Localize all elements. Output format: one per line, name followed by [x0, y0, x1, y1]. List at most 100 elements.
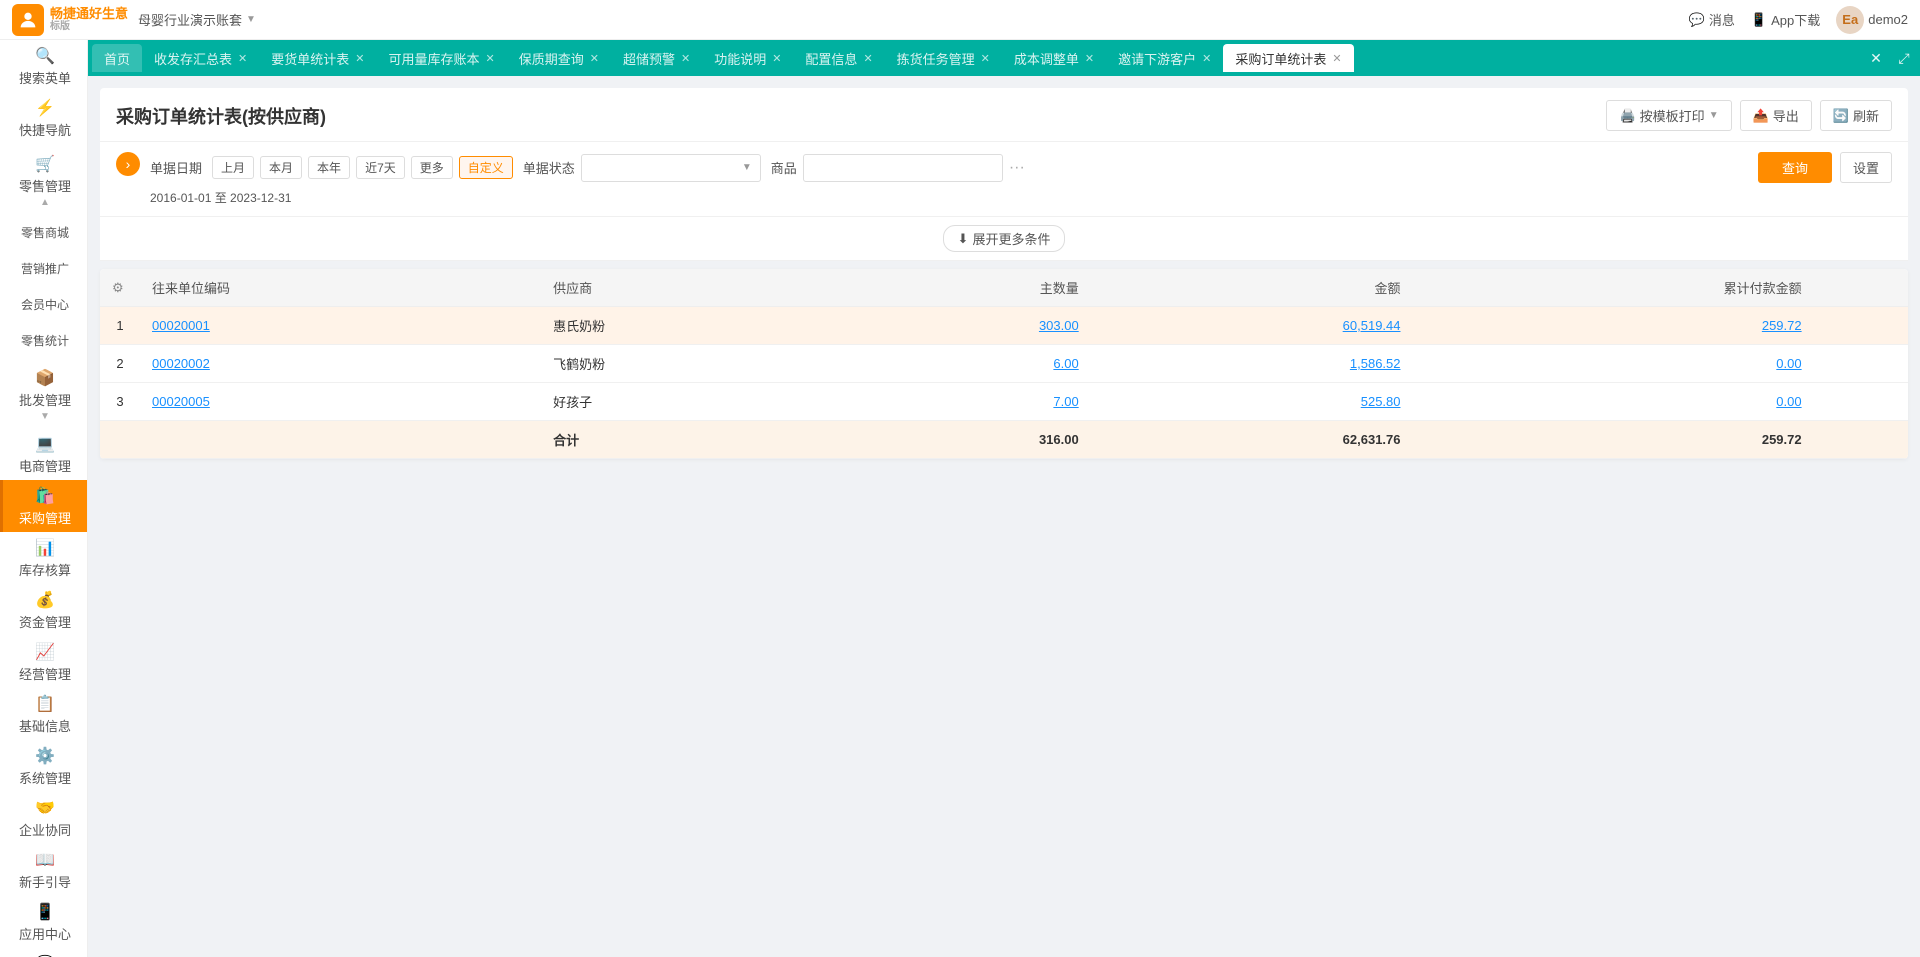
row-code-1: 00020001: [140, 307, 541, 345]
footer-empty: [100, 421, 541, 459]
tab-close-purchase-single-stats[interactable]: ✕: [355, 52, 364, 65]
tab-function-desc[interactable]: 功能说明 ✕: [702, 44, 793, 72]
expand-more-btn[interactable]: ⬇ 展开更多条件: [943, 225, 1066, 252]
table-footer: 合计 316.00 62,631.76 259.72: [100, 421, 1908, 459]
data-table: ⚙ 往来单位编码 供应商 主数量 金额 累计付款金额 1: [100, 269, 1908, 459]
tab-expiry-query[interactable]: 保质期查询 ✕: [507, 44, 611, 72]
workspace-selector[interactable]: 母婴行业演示账套 ▼: [138, 10, 256, 29]
tab-close-all-btn[interactable]: ✕: [1864, 46, 1888, 70]
sidebar-item-quick-nav[interactable]: ⚡ 快捷导航: [0, 92, 87, 144]
sidebar-item-wechat[interactable]: 💬 企业微信: [0, 948, 87, 957]
search-icon: 🔍: [35, 46, 55, 66]
sidebar-item-basic[interactable]: 📋 基础信息: [0, 688, 87, 740]
tab-purchase-single-stats[interactable]: 要货单统计表 ✕: [259, 44, 376, 72]
sidebar-item-wholesale[interactable]: 📦 批发管理 ▼: [0, 358, 87, 428]
filter-row1: 单据日期 上月 本月 本年 近7天 更多 自定义 单据状态: [150, 152, 1892, 183]
tab-close-receive-summary[interactable]: ✕: [238, 52, 247, 65]
date-btn-this-year[interactable]: 本年: [308, 156, 350, 179]
tab-config-info[interactable]: 配置信息 ✕: [793, 44, 884, 72]
col-paid: 累计付款金额: [1413, 269, 1814, 307]
row-amount-3: 525.80: [1091, 383, 1413, 421]
sidebar-item-operation[interactable]: 📈 经营管理: [0, 636, 87, 688]
sidebar-item-finance[interactable]: 💰 资金管理: [0, 584, 87, 636]
top-bar: 畅捷通好生意 标版 母婴行业演示账套 ▼ 💬 消息 📱 App下载 Ea dem…: [0, 0, 1920, 40]
tab-close-invite-downstream[interactable]: ✕: [1202, 52, 1211, 65]
date-range-text: 2016-01-01 至 2023-12-31: [150, 189, 291, 206]
sidebar-item-retail-mall[interactable]: 零售商城: [0, 214, 87, 250]
tab-close-purchase-order-stats[interactable]: ✕: [1332, 52, 1341, 65]
app-download-action[interactable]: 📱 App下载: [1751, 10, 1820, 29]
tab-overstock-warning[interactable]: 超储预警 ✕: [611, 44, 702, 72]
column-settings-icon[interactable]: ⚙: [112, 280, 124, 295]
tab-close-config-info[interactable]: ✕: [863, 52, 872, 65]
goods-input[interactable]: [803, 154, 1003, 182]
tab-close-expiry-query[interactable]: ✕: [590, 52, 599, 65]
row-extra-1: [1814, 307, 1908, 345]
retail-arrow-icon: ▲: [40, 197, 50, 208]
tab-close-cost-adjust[interactable]: ✕: [1085, 52, 1094, 65]
date-btn-7days[interactable]: 近7天: [356, 156, 405, 179]
footer-extra: [1814, 421, 1908, 459]
row-amount-2: 1,586.52: [1091, 345, 1413, 383]
query-btn[interactable]: 查询: [1758, 152, 1832, 183]
sidebar-item-marketing[interactable]: 营销推广: [0, 250, 87, 286]
tab-home[interactable]: 首页: [92, 44, 142, 72]
tab-close-function-desc[interactable]: ✕: [772, 52, 781, 65]
tab-available-inventory[interactable]: 可用量库存账本 ✕: [376, 44, 506, 72]
expand-more-bar: ⬇ 展开更多条件: [100, 217, 1908, 261]
date-custom-tag[interactable]: 自定义: [459, 156, 513, 179]
goods-label: 商品: [771, 158, 797, 177]
settings-btn[interactable]: 设置: [1840, 152, 1892, 183]
row-qty-2: 6.00: [840, 345, 1091, 383]
row-supplier-3: 好孩子: [541, 383, 840, 421]
tab-close-overstock-warning[interactable]: ✕: [681, 52, 690, 65]
filter-toggle-btn[interactable]: ›: [116, 152, 140, 176]
status-select[interactable]: ▼: [581, 154, 761, 182]
col-supplier: 供应商: [541, 269, 840, 307]
row-num-3: 3: [100, 383, 140, 421]
purchase-icon: 🛍️: [35, 486, 55, 506]
tab-close-pick-task[interactable]: ✕: [981, 52, 990, 65]
filter-query-area: 查询 设置: [1758, 152, 1892, 183]
sidebar-item-retail[interactable]: 🛒 零售管理 ▲: [0, 144, 87, 214]
print-btn[interactable]: 🖨️ 按模板打印 ▼: [1606, 100, 1731, 131]
date-btn-this-month[interactable]: 本月: [260, 156, 302, 179]
tab-cost-adjust[interactable]: 成本调整单 ✕: [1002, 44, 1106, 72]
app-logo-icon: [12, 4, 44, 36]
date-btn-more[interactable]: 更多: [411, 156, 453, 179]
refresh-btn[interactable]: 🔄 刷新: [1820, 100, 1892, 131]
tab-purchase-order-stats[interactable]: 采购订单统计表 ✕: [1223, 44, 1353, 72]
row-extra-2: [1814, 345, 1908, 383]
sidebar-item-inventory[interactable]: 📊 库存核算: [0, 532, 87, 584]
sidebar-item-newbie[interactable]: 📖 新手引导: [0, 844, 87, 896]
sidebar-item-member[interactable]: 会员中心: [0, 286, 87, 322]
export-btn[interactable]: 📤 导出: [1740, 100, 1812, 131]
system-icon: ⚙️: [35, 746, 55, 766]
sidebar-item-enterprise[interactable]: 🤝 企业协同: [0, 792, 87, 844]
row-num-1: 1: [100, 307, 140, 345]
footer-amount: 62,631.76: [1091, 421, 1413, 459]
tab-receive-summary[interactable]: 收发存汇总表 ✕: [142, 44, 259, 72]
sidebar-item-system[interactable]: ⚙️ 系统管理: [0, 740, 87, 792]
filter-goods-group: 商品 ···: [771, 154, 1029, 182]
date-btn-last-month[interactable]: 上月: [212, 156, 254, 179]
user-profile[interactable]: Ea demo2: [1836, 6, 1908, 34]
table-row: 3 00020005 好孩子 7.00 525.80: [100, 383, 1908, 421]
sidebar-item-ecommerce[interactable]: 💻 电商管理: [0, 428, 87, 480]
tab-close-available-inventory[interactable]: ✕: [486, 52, 495, 65]
sidebar-item-search[interactable]: 🔍 搜索英单: [0, 40, 87, 92]
page-title: 采购订单统计表(按供应商): [116, 103, 326, 129]
sidebar-item-app-center[interactable]: 📱 应用中心: [0, 896, 87, 948]
row-code-2: 00020002: [140, 345, 541, 383]
tab-bar: 首页 收发存汇总表 ✕ 要货单统计表 ✕ 可用量库存账本 ✕ 保质期查询 ✕ 超…: [88, 40, 1920, 76]
sidebar: 🔍 搜索英单 ⚡ 快捷导航 🛒 零售管理 ▲ 零售商城 营销推广 会员中心 零售…: [0, 40, 88, 957]
filter-more-dots[interactable]: ···: [1009, 159, 1025, 177]
tab-pick-task[interactable]: 拣货任务管理 ✕: [885, 44, 1002, 72]
tab-expand-btn[interactable]: ⤢: [1892, 46, 1916, 70]
expand-down-icon: ⬇: [958, 231, 969, 247]
message-action[interactable]: 💬 消息: [1689, 10, 1735, 29]
main-layout: 🔍 搜索英单 ⚡ 快捷导航 🛒 零售管理 ▲ 零售商城 营销推广 会员中心 零售…: [0, 40, 1920, 957]
sidebar-item-retail-stats[interactable]: 零售统计: [0, 322, 87, 358]
sidebar-item-purchase[interactable]: 🛍️ 采购管理: [0, 480, 87, 532]
tab-invite-downstream[interactable]: 邀请下游客户 ✕: [1106, 44, 1223, 72]
